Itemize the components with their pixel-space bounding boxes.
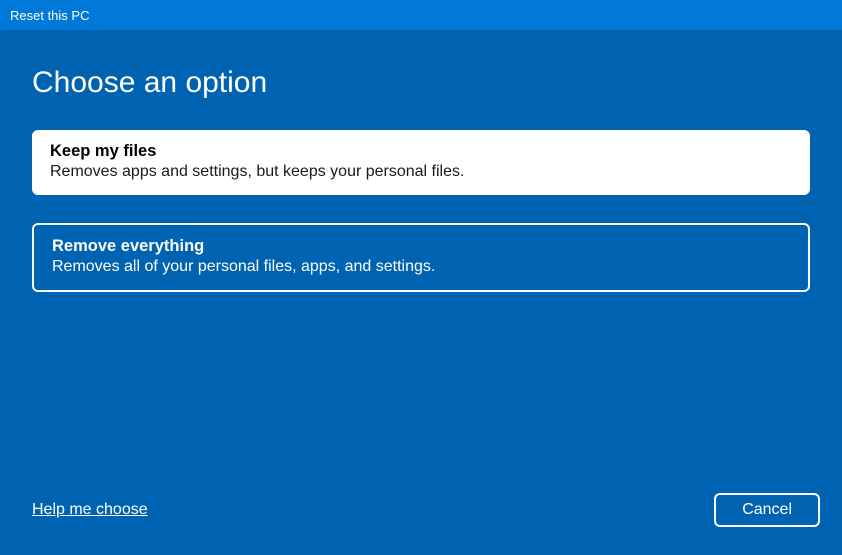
options-list: Keep my files Removes apps and settings,… xyxy=(32,130,810,292)
footer: Help me choose Cancel xyxy=(0,493,842,555)
titlebar: Reset this PC xyxy=(0,0,842,30)
option-description: Removes all of your personal files, apps… xyxy=(52,258,790,276)
reset-pc-window: Reset this PC Choose an option Keep my f… xyxy=(0,0,842,555)
cancel-button[interactable]: Cancel xyxy=(714,493,820,527)
option-remove-everything[interactable]: Remove everything Removes all of your pe… xyxy=(32,223,810,292)
page-heading: Choose an option xyxy=(32,66,810,100)
content-area: Choose an option Keep my files Removes a… xyxy=(0,30,842,493)
help-me-choose-link[interactable]: Help me choose xyxy=(32,501,148,519)
option-keep-my-files[interactable]: Keep my files Removes apps and settings,… xyxy=(32,130,810,195)
option-title: Remove everything xyxy=(52,237,790,256)
window-title: Reset this PC xyxy=(10,8,89,23)
option-description: Removes apps and settings, but keeps you… xyxy=(50,163,792,181)
option-title: Keep my files xyxy=(50,142,792,161)
